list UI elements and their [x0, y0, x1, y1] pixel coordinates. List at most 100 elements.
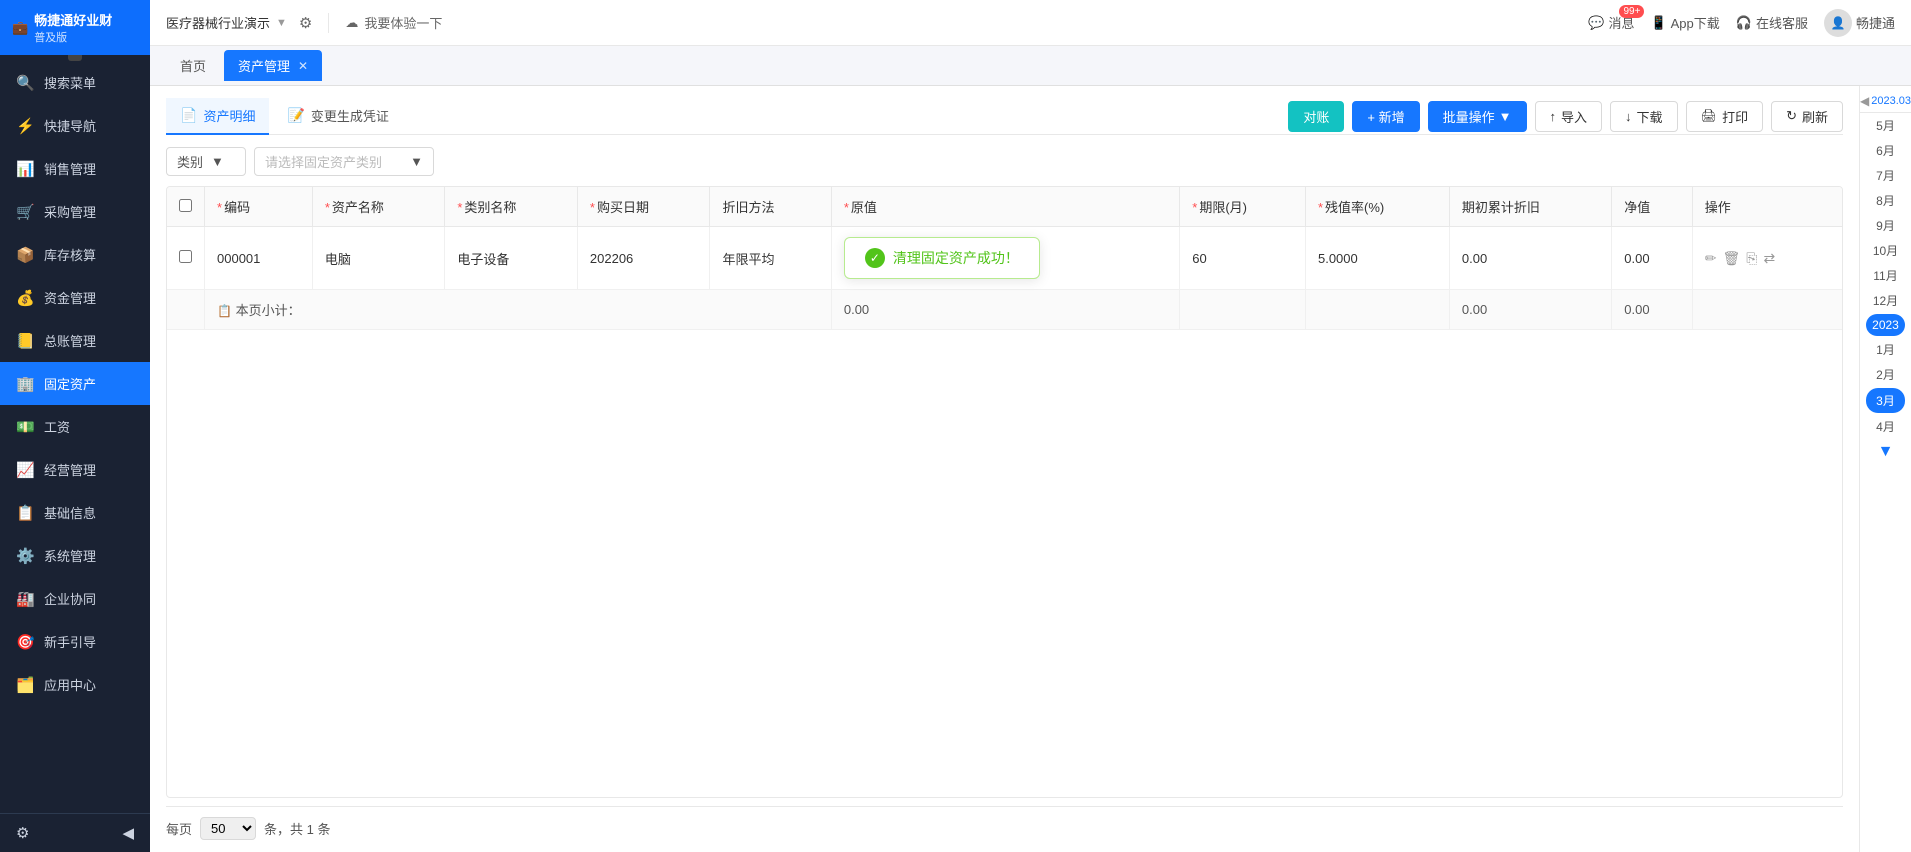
chevron-icon: ▼	[211, 154, 224, 169]
subtotal-empty-1	[167, 290, 205, 330]
topbar-right: 💬 消息 99+ 📱 App下载 🎧 在线客服 👤 畅捷通	[1588, 9, 1895, 37]
row-code: 000001	[205, 227, 313, 290]
th-name: *资产名称	[312, 187, 445, 227]
timeline-header: ◀ 2023.03	[1860, 90, 1911, 113]
sidebar-item-label: 系统管理	[44, 546, 96, 565]
settings-gear-icon[interactable]: ⚙	[299, 14, 312, 32]
tab-home[interactable]: 首页	[166, 50, 220, 81]
sidebar-item-guide[interactable]: 🎯 新手引导	[0, 620, 150, 663]
subtotal-empty-2	[1180, 290, 1306, 330]
month-4[interactable]: 4月	[1860, 414, 1911, 439]
sidebar-item-ledger[interactable]: 📒 总账管理	[0, 319, 150, 362]
sidebar-item-label: 库存核算	[44, 245, 96, 264]
subtotal-action-empty	[1692, 290, 1842, 330]
tab-asset-mgmt[interactable]: 资产管理 ✕	[224, 50, 322, 81]
month-11[interactable]: 11月	[1860, 263, 1911, 288]
sidebar-item-search[interactable]: 🔍 搜索菜单	[0, 61, 150, 104]
sidebar-item-inventory[interactable]: 📦 库存核算	[0, 233, 150, 276]
enterprise-icon: 🏭	[16, 590, 34, 608]
sidebar-item-basic[interactable]: 📋 基础信息	[0, 491, 150, 534]
table-row: 000001 电脑 电子设备 202206 年限平均 ✓ 清理固定资产成	[167, 227, 1842, 290]
sidebar-item-enterprise[interactable]: 🏭 企业协同	[0, 577, 150, 620]
timeline-down-btn[interactable]: ▼	[1874, 439, 1898, 465]
app-download-label: App下载	[1671, 13, 1720, 32]
sidebar-item-operations[interactable]: 📈 经营管理	[0, 448, 150, 491]
sidebar-item-capital[interactable]: 💰 资金管理	[0, 276, 150, 319]
subtotal-label: 📋 本页小计：	[205, 290, 832, 330]
sidebar-item-quicknav[interactable]: ⚡ 快捷导航	[0, 104, 150, 147]
th-depreciation-method: 折旧方法	[710, 187, 831, 227]
tab-close-icon[interactable]: ✕	[298, 59, 308, 73]
company-selector[interactable]: 医疗器械行业演示 ▼	[166, 13, 287, 32]
timeline-collapse-btn[interactable]: ◀	[1860, 94, 1869, 108]
username-label: 畅捷通	[1856, 13, 1895, 32]
divider	[328, 13, 329, 33]
sidebar-item-fixed[interactable]: 🏢 固定资产	[0, 362, 150, 405]
month-12[interactable]: 12月	[1860, 288, 1911, 313]
row-net-value: 0.00	[1612, 227, 1692, 290]
per-page-select[interactable]: 50 100 200	[200, 817, 256, 840]
row-depreciation-method: 年限平均	[710, 227, 831, 290]
sub-tab-asset-detail[interactable]: 📄 资产明细	[166, 98, 269, 135]
refresh-icon: ↻	[1786, 108, 1797, 124]
select-all-checkbox[interactable]	[179, 199, 192, 212]
month-3-active[interactable]: 3月	[1866, 388, 1905, 413]
edit-icon[interactable]: ✏	[1705, 250, 1717, 267]
timeline-date: 2023.03	[1871, 95, 1911, 107]
category-placeholder: 请选择固定资产类别	[265, 152, 402, 171]
purchase-icon: 🛒	[16, 203, 34, 221]
customer-service-btn[interactable]: 🎧 在线客服	[1736, 13, 1808, 32]
print-button[interactable]: 🖨 打印	[1686, 101, 1764, 132]
sidebar-item-apps[interactable]: 🗂️ 应用中心	[0, 663, 150, 706]
th-category: *类别名称	[445, 187, 578, 227]
new-button[interactable]: + 新增	[1352, 101, 1419, 132]
sidebar-item-purchase[interactable]: 🛒 采购管理	[0, 190, 150, 233]
delete-icon[interactable]: 🗑	[1722, 250, 1740, 267]
batch-label: 批量操作	[1443, 107, 1495, 126]
month-6[interactable]: 6月	[1860, 138, 1911, 163]
sidebar-item-label: 工资	[44, 417, 70, 436]
sidebar-item-system[interactable]: ⚙️ 系统管理	[0, 534, 150, 577]
system-icon: ⚙️	[16, 547, 34, 565]
app-edition: 普及版	[34, 29, 112, 45]
month-10[interactable]: 10月	[1860, 238, 1911, 263]
subtotal-empty-3	[1305, 290, 1449, 330]
category-filter[interactable]: 类别 ▼	[166, 147, 246, 176]
messages-btn[interactable]: 💬 消息 99+	[1588, 13, 1634, 32]
sub-tab-change-voucher[interactable]: 📝 变更生成凭证	[273, 98, 402, 135]
per-page-label: 每页	[166, 819, 192, 838]
month-8[interactable]: 8月	[1860, 188, 1911, 213]
experience-label: 我要体验一下	[364, 13, 442, 32]
month-7[interactable]: 7月	[1860, 163, 1911, 188]
asset-category-select[interactable]: 请选择固定资产类别 ▼	[254, 147, 434, 176]
refresh-button[interactable]: ↻ 刷新	[1771, 101, 1843, 132]
th-action: 操作	[1692, 187, 1842, 227]
sidebar-item-sales[interactable]: 📊 销售管理	[0, 147, 150, 190]
sidebar-nav: 🔍 搜索菜单 ⚡ 快捷导航 📊 销售管理 🛒 采购管理 📦 库存核算 💰 资金管…	[0, 61, 150, 813]
batch-button[interactable]: 批量操作 ▼	[1428, 101, 1527, 132]
pagination-bar: 每页 50 100 200 条，共 1 条	[166, 806, 1843, 840]
success-icon: ✓	[865, 248, 885, 268]
month-1[interactable]: 1月	[1860, 337, 1911, 362]
more-icon[interactable]: ⇄	[1763, 250, 1775, 267]
app-download-btn[interactable]: 📱 App下载	[1650, 13, 1719, 32]
chevron-down-icon: ▼	[276, 17, 287, 29]
year-2023[interactable]: 2023	[1866, 314, 1905, 336]
month-2[interactable]: 2月	[1860, 362, 1911, 387]
experience-btn[interactable]: ☁ 我要体验一下	[345, 13, 442, 32]
user-profile-btn[interactable]: 👤 畅捷通	[1824, 9, 1895, 37]
month-5[interactable]: 5月	[1860, 113, 1911, 138]
month-9[interactable]: 9月	[1860, 213, 1911, 238]
app-name: 畅捷通好业财	[34, 10, 112, 29]
headset-icon: 🎧	[1736, 15, 1752, 31]
reconcile-button[interactable]: 对账	[1288, 101, 1344, 132]
import-button[interactable]: ↑ 导入	[1535, 101, 1603, 132]
row-name: 电脑	[312, 227, 445, 290]
copy-icon[interactable]: ⎘	[1746, 250, 1757, 267]
th-period: *期限(月)	[1180, 187, 1306, 227]
collapse-sidebar-icon[interactable]: ◀	[122, 824, 134, 842]
download-button[interactable]: ↓ 下载	[1610, 101, 1678, 132]
settings-icon[interactable]: ⚙	[16, 824, 29, 842]
row-checkbox[interactable]	[179, 250, 192, 263]
sidebar-item-wages[interactable]: 💵 工资	[0, 405, 150, 448]
